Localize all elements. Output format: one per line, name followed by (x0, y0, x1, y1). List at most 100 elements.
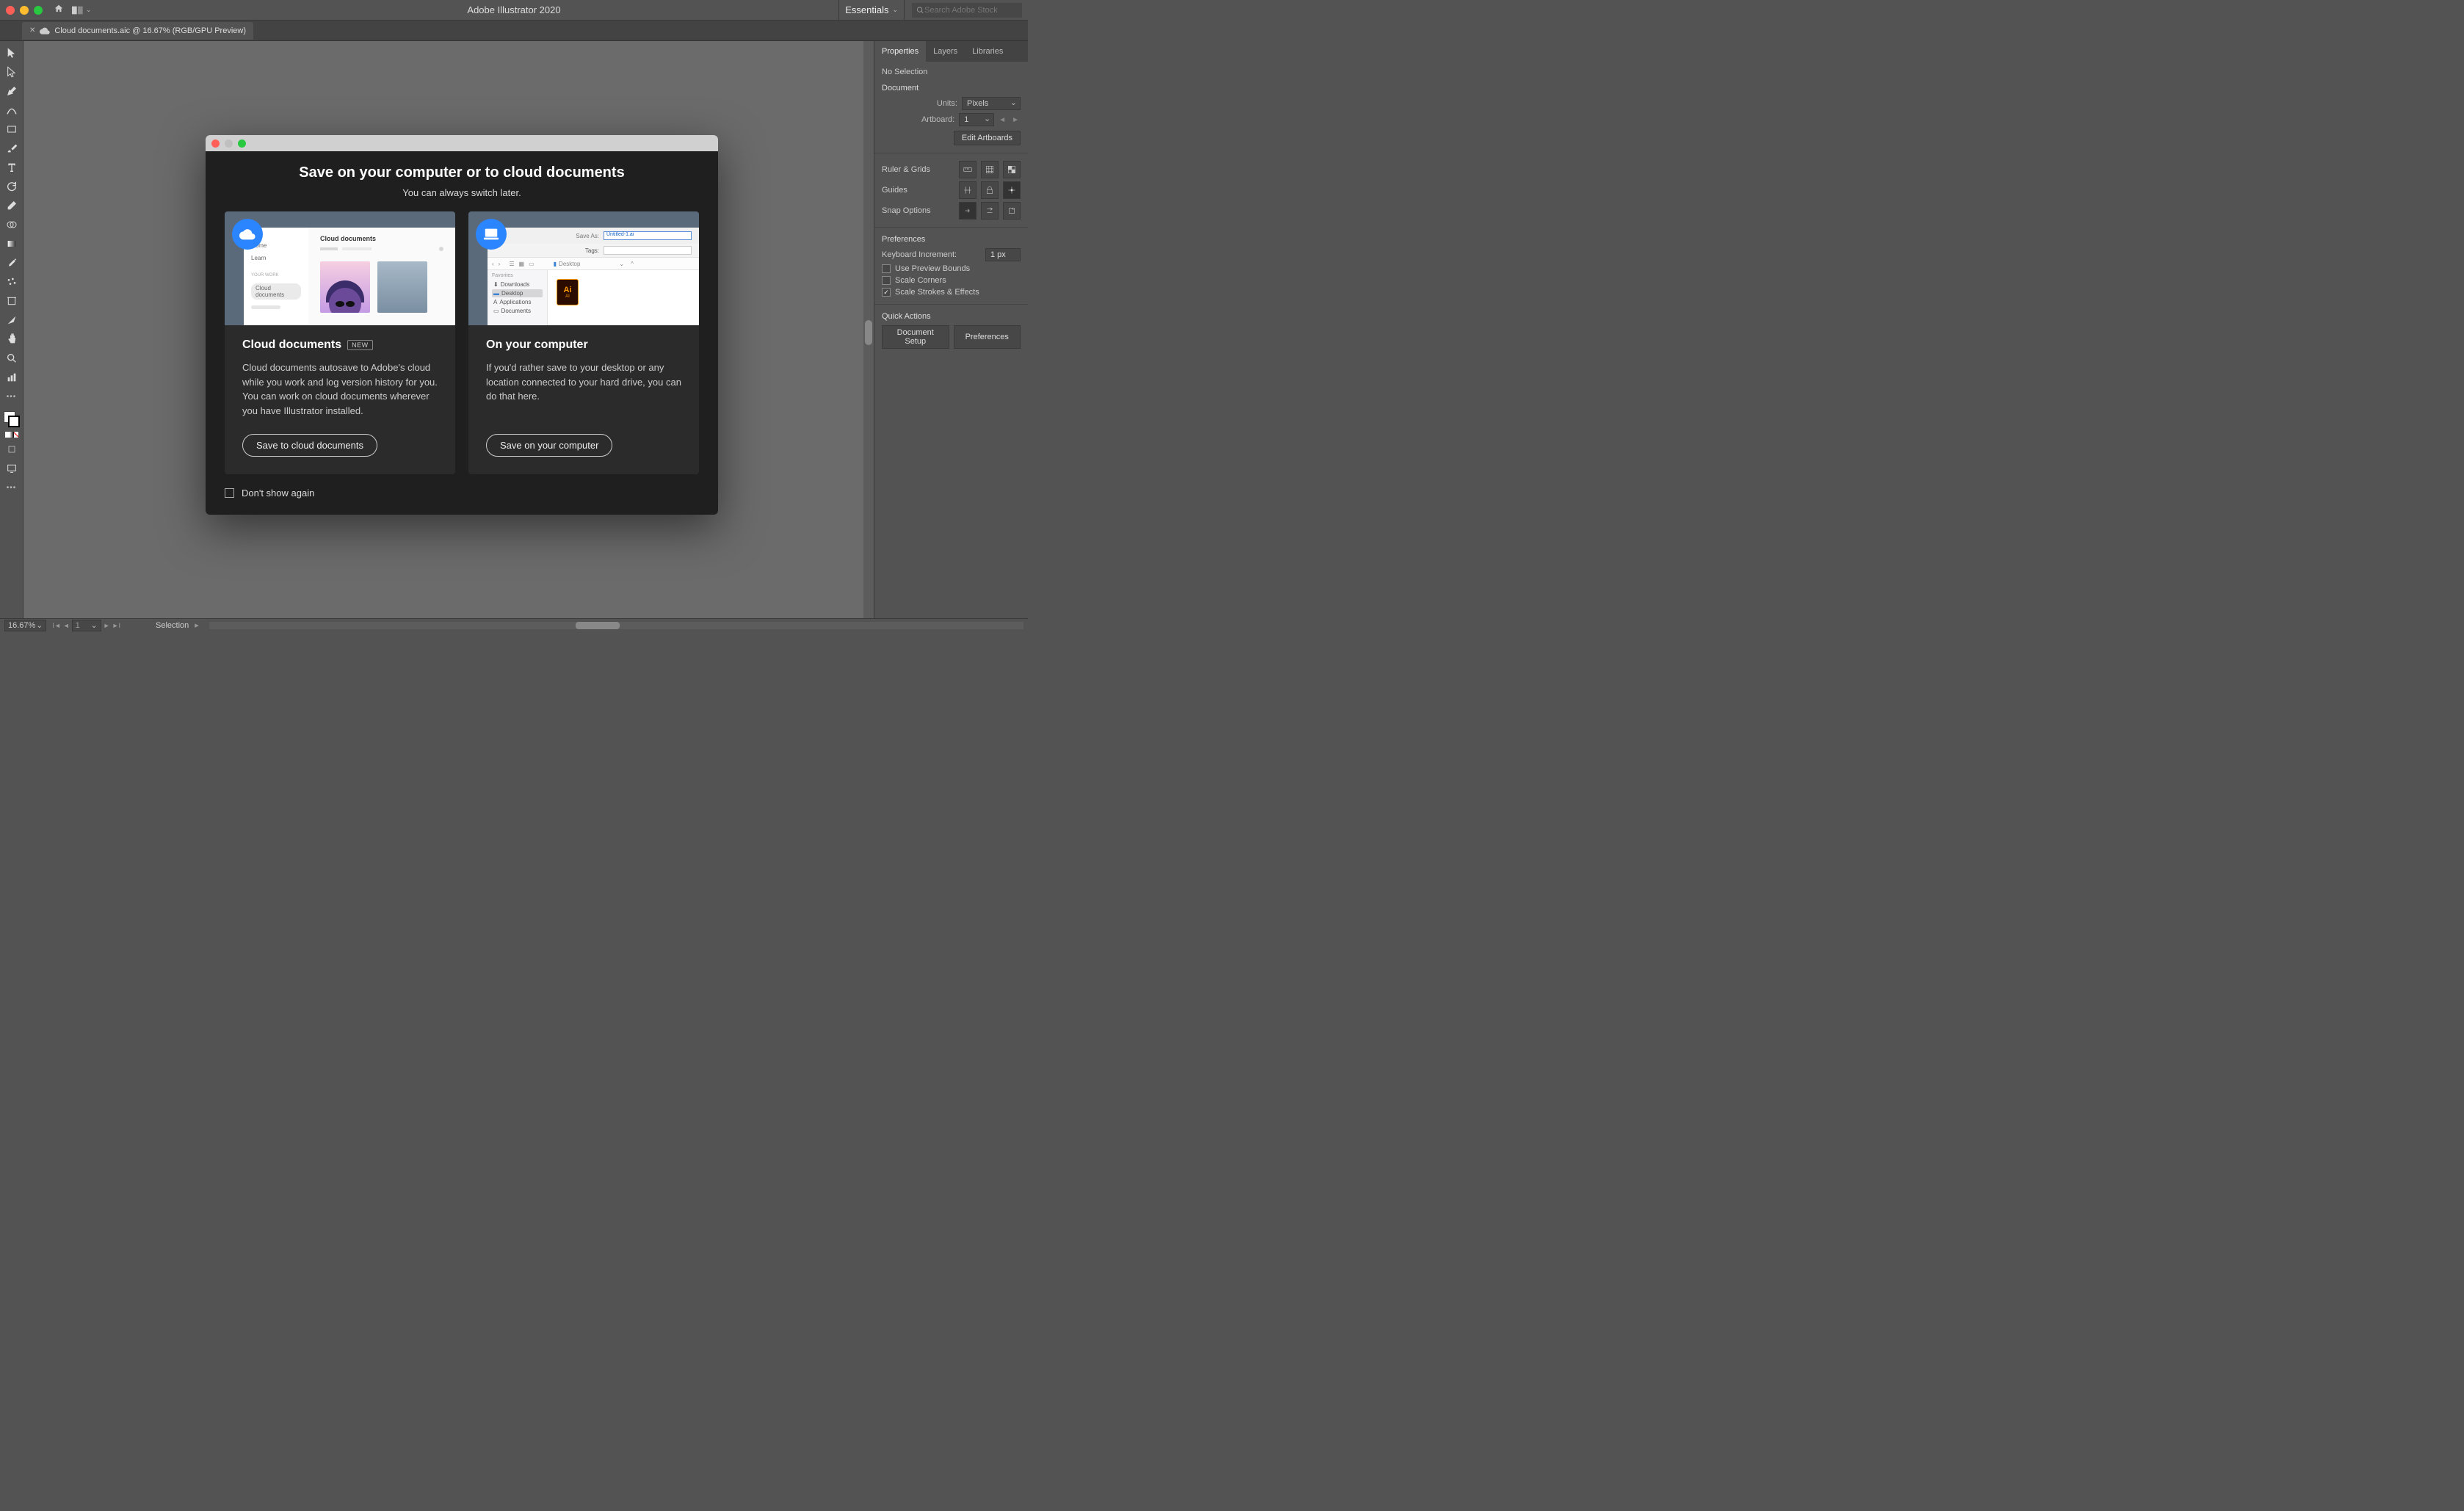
snap-options-label: Snap Options (882, 206, 954, 215)
smart-guides-icon[interactable] (1003, 181, 1021, 199)
zoom-window-icon[interactable] (34, 6, 43, 15)
checkbox-icon[interactable] (225, 488, 234, 498)
scrollbar-thumb[interactable] (576, 622, 620, 629)
document-setup-button[interactable]: Document Setup (882, 325, 949, 349)
scale-corners-checkbox[interactable]: Scale Corners (882, 276, 1021, 285)
last-artboard-icon[interactable]: ►I (112, 622, 120, 629)
keyboard-increment-label: Keyboard Increment: (882, 250, 957, 259)
column-graph-tool[interactable] (3, 370, 21, 385)
save-on-computer-button[interactable]: Save on your computer (486, 434, 612, 457)
cloud-documents-card: Home Learn YOUR WORK Cloud documents Clo… (225, 211, 455, 474)
lock-guides-icon[interactable] (981, 181, 999, 199)
snap-to-grid-icon[interactable] (981, 202, 999, 220)
artboard-number-dropdown[interactable]: 1 (72, 620, 101, 631)
eraser-tool[interactable] (3, 198, 21, 213)
selection-tool[interactable] (3, 46, 21, 60)
paintbrush-tool[interactable] (3, 141, 21, 156)
minimize-window-icon[interactable] (20, 6, 29, 15)
preferences-button[interactable]: Preferences (954, 325, 1021, 349)
home-icon[interactable] (53, 4, 65, 16)
scale-strokes-checkbox[interactable]: Scale Strokes & Effects (882, 288, 1021, 297)
guides-label: Guides (882, 186, 954, 195)
units-dropdown[interactable]: Pixels (962, 97, 1021, 110)
slice-tool[interactable] (3, 313, 21, 327)
color-mode-icons[interactable] (5, 432, 18, 438)
app-titlebar: ⌄ Adobe Illustrator 2020 Essentials ⌄ (0, 0, 1028, 21)
ruler-icon[interactable] (959, 161, 976, 178)
rectangle-tool[interactable] (3, 122, 21, 137)
artboard-tool[interactable] (3, 294, 21, 308)
vertical-scrollbar[interactable] (863, 41, 874, 618)
your-computer-card: Save As: Untitled-1.ai Tags: ‹› ☰▦▭ ▮Des… (468, 211, 699, 474)
ai-file-icon: Ai AI (557, 279, 579, 305)
gradient-tool[interactable] (3, 236, 21, 251)
next-artboard-icon[interactable]: ► (1010, 116, 1021, 124)
first-artboard-icon[interactable]: I◄ (52, 622, 60, 629)
keyboard-increment-input[interactable]: 1 px (985, 248, 1021, 261)
transparency-grid-icon[interactable] (1003, 161, 1021, 178)
minimize-dialog-icon (225, 139, 233, 148)
cloud-icon (40, 27, 50, 35)
direct-selection-tool[interactable] (3, 65, 21, 79)
draw-mode-normal[interactable] (3, 442, 21, 457)
quick-actions-title: Quick Actions (882, 312, 1021, 321)
dont-show-again-checkbox[interactable]: Don't show again (225, 488, 699, 499)
new-badge: NEW (347, 340, 373, 350)
zoom-dialog-icon[interactable] (238, 139, 246, 148)
zoom-tool[interactable] (3, 351, 21, 366)
status-bar: 16.67% I◄ ◄ 1 ► ►I Selection ▸ (0, 618, 1028, 631)
prev-artboard-icon[interactable]: ◄ (63, 622, 70, 629)
artboard-dropdown[interactable]: 1 (959, 113, 994, 126)
close-tab-icon[interactable]: ✕ (29, 26, 35, 35)
tab-libraries[interactable]: Libraries (965, 41, 1010, 62)
chevron-down-icon: ⌄ (86, 6, 92, 14)
computer-badge-icon (476, 219, 507, 250)
search-icon (916, 6, 924, 15)
chevron-down-icon: ⌄ (892, 6, 898, 14)
cloud-card-title: Cloud documents (242, 338, 341, 352)
properties-panel: Properties Layers Libraries No Selection… (874, 41, 1028, 618)
snap-to-point-icon[interactable] (959, 202, 976, 220)
status-menu-icon[interactable]: ▸ (195, 620, 199, 630)
more-tools[interactable]: ••• (3, 480, 21, 495)
computer-hero-preview: Save As: Untitled-1.ai Tags: ‹› ☰▦▭ ▮Des… (468, 211, 699, 325)
search-input[interactable] (924, 6, 1018, 15)
scrollbar-thumb[interactable] (865, 320, 872, 345)
type-tool[interactable] (3, 160, 21, 175)
shape-builder-tool[interactable] (3, 217, 21, 232)
arrange-documents-button[interactable]: ⌄ (72, 6, 92, 15)
fill-stroke-swatch[interactable] (4, 411, 20, 427)
tab-layers[interactable]: Layers (926, 41, 965, 62)
app-title: Adobe Illustrator 2020 (467, 4, 560, 15)
screen-mode-button[interactable] (3, 461, 21, 476)
edit-toolbar-button[interactable]: ••• (3, 389, 21, 404)
dont-show-label: Don't show again (242, 488, 314, 499)
pen-tool[interactable] (3, 84, 21, 98)
document-tab[interactable]: ✕ Cloud documents.aic @ 16.67% (RGB/GPU … (22, 22, 253, 40)
prev-artboard-icon[interactable]: ◄ (997, 116, 1007, 124)
close-dialog-icon[interactable] (211, 139, 220, 148)
adobe-stock-search[interactable] (912, 3, 1022, 18)
symbol-sprayer-tool[interactable] (3, 275, 21, 289)
zoom-dropdown[interactable]: 16.67% (4, 620, 46, 631)
close-window-icon[interactable] (6, 6, 15, 15)
stroke-swatch[interactable] (8, 416, 20, 427)
dialog-subtitle: You can always switch later. (225, 187, 699, 198)
eyedropper-tool[interactable] (3, 256, 21, 270)
snap-to-pixel-icon[interactable] (1003, 202, 1021, 220)
edit-artboards-button[interactable]: Edit Artboards (954, 131, 1021, 145)
horizontal-scrollbar[interactable] (209, 622, 1023, 629)
save-to-cloud-button[interactable]: Save to cloud documents (242, 434, 377, 457)
curvature-tool[interactable] (3, 103, 21, 117)
grid-icon[interactable] (981, 161, 999, 178)
tab-properties[interactable]: Properties (874, 41, 926, 62)
next-artboard-icon[interactable]: ► (104, 622, 110, 629)
hand-tool[interactable] (3, 332, 21, 347)
show-guides-icon[interactable] (959, 181, 976, 199)
use-preview-bounds-checkbox[interactable]: Use Preview Bounds (882, 264, 1021, 273)
document-tab-label: Cloud documents.aic @ 16.67% (RGB/GPU Pr… (54, 26, 246, 35)
workspace-switcher[interactable]: Essentials ⌄ (838, 0, 905, 21)
rotate-tool[interactable] (3, 179, 21, 194)
cloud-card-description: Cloud documents autosave to Adobe's clou… (242, 360, 438, 421)
document-tabstrip: ✕ Cloud documents.aic @ 16.67% (RGB/GPU … (0, 21, 1028, 41)
